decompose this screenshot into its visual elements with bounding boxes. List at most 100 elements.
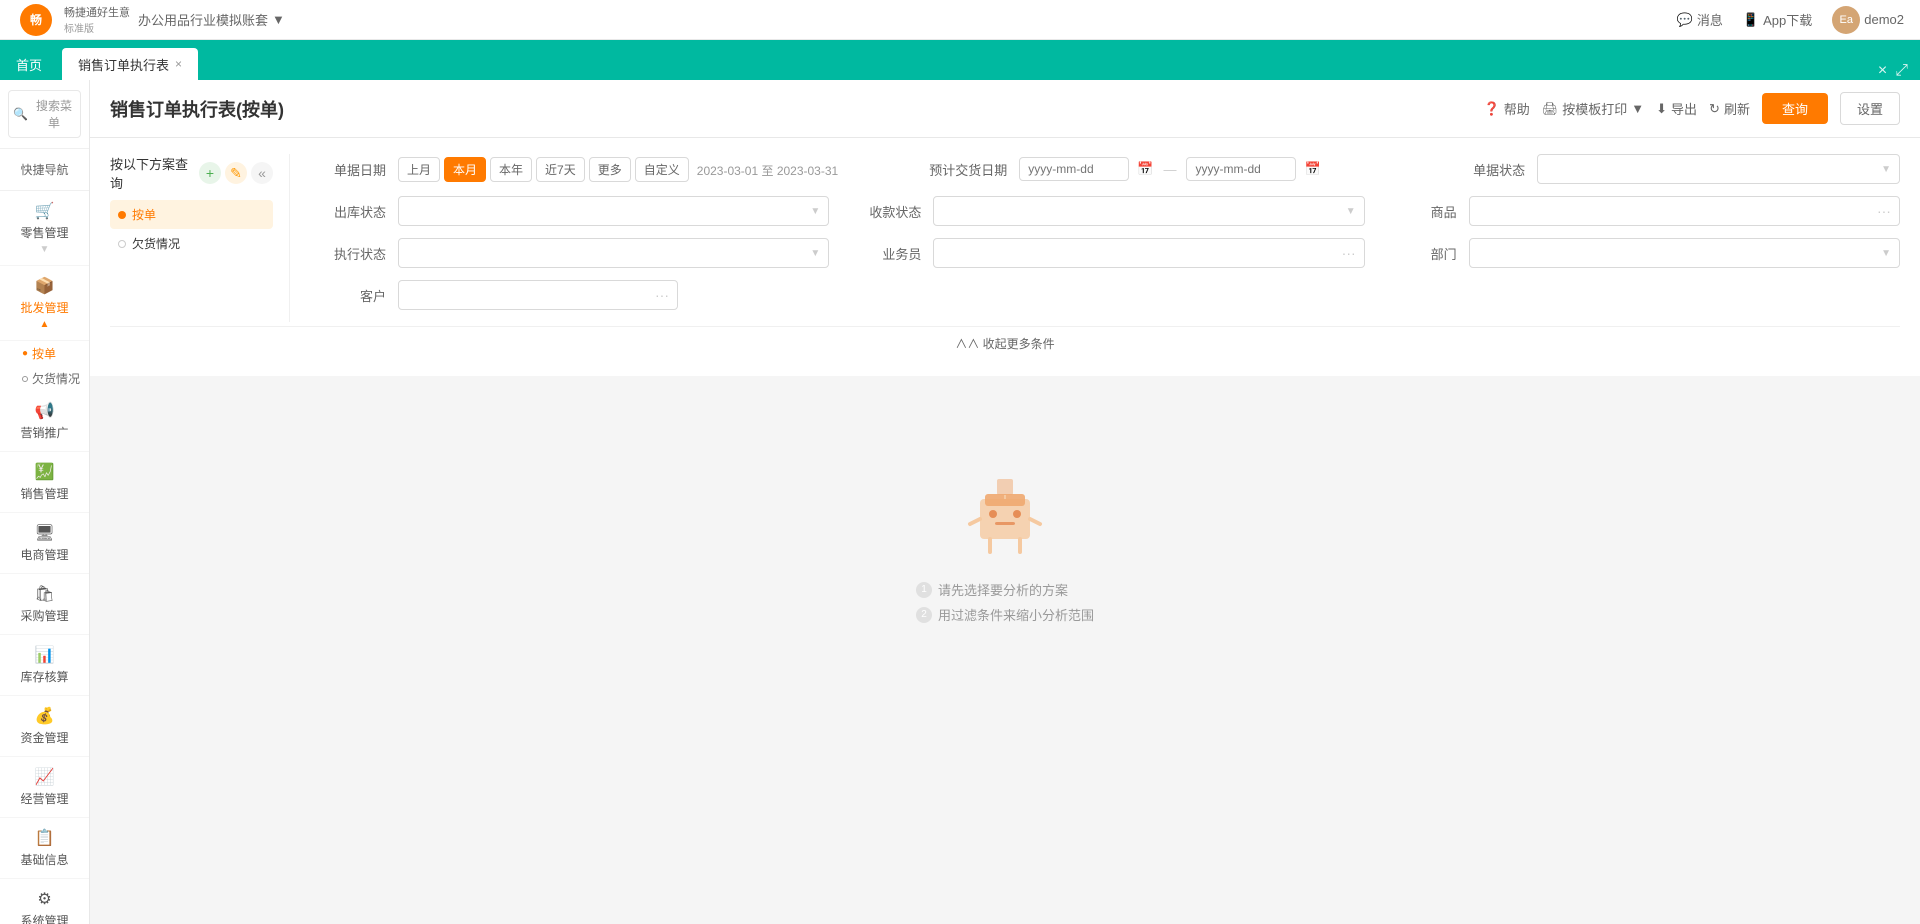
tip-text-1: 请先选择要分析的方案 xyxy=(938,580,1068,599)
customer-select[interactable]: ··· xyxy=(398,280,678,310)
date-control: 上月 本月 本年 近7天 更多 自定义 2023-03-01 至 2023-03… xyxy=(398,157,915,182)
tab-active[interactable]: 销售订单执行表 × xyxy=(62,48,198,80)
scheme-collapse-button[interactable]: « xyxy=(251,162,273,184)
content: 销售订单执行表(按单) ❓ 帮助 🖨 按模板打印 ▼ ⬇ 导出 ↻ 刷新 xyxy=(90,80,1920,924)
sidebar-item-operation[interactable]: 📈 经营管理 xyxy=(0,757,89,818)
order-dot: ● xyxy=(22,348,28,359)
status-select[interactable]: ▼ xyxy=(1537,154,1900,184)
marketing-icon: 📢 xyxy=(35,401,55,421)
expected-date-to[interactable] xyxy=(1186,157,1296,181)
operation-icon: 📈 xyxy=(35,767,55,787)
help-button[interactable]: ❓ 帮助 xyxy=(1484,99,1530,118)
sidebar-item-system[interactable]: ⚙ 系统管理 xyxy=(0,879,89,924)
sidebar-item-purchase[interactable]: 🛍 采购管理 xyxy=(0,574,89,635)
wholesale-arrow-icon: ▲ xyxy=(40,319,50,330)
sidebar-item-basic[interactable]: 📋 基础信息 xyxy=(0,818,89,879)
date-calendar-to-icon: 📅 xyxy=(1304,161,1320,177)
sidebar-item-retail[interactable]: 🛒 零售管理 ▼ xyxy=(0,191,89,266)
sidebar-item-sales-label: 销售管理 xyxy=(20,485,68,502)
tab-close-icon[interactable]: × xyxy=(175,57,182,71)
search-menu-button[interactable]: 🔍 搜索菜单 xyxy=(8,90,81,138)
sidebar-item-inventory[interactable]: 📊 库存核算 xyxy=(0,635,89,696)
retail-icon: 🛒 xyxy=(35,201,55,221)
salesperson-dots-icon[interactable]: ··· xyxy=(1342,245,1356,261)
wholesale-icon: 📦 xyxy=(35,276,55,296)
message-icon: 💬 xyxy=(1677,12,1693,28)
customer-dots-icon[interactable]: ··· xyxy=(655,287,669,303)
nav-selector[interactable]: 办公用品行业模拟账套 ▼ xyxy=(138,10,285,29)
goods-dots-icon[interactable]: ··· xyxy=(1877,203,1891,219)
print-label: 按模板打印 xyxy=(1562,99,1627,118)
date-custom[interactable]: 自定义 xyxy=(635,157,689,182)
window-expand-icon[interactable]: ⤢ xyxy=(1895,62,1908,80)
sidebar-item-sales[interactable]: 💹 销售管理 xyxy=(0,452,89,513)
date-this-month[interactable]: 本月 xyxy=(444,157,486,182)
window-close-icon[interactable]: × xyxy=(1878,62,1887,80)
quick-nav-button[interactable]: 快捷导航 xyxy=(12,157,76,182)
scheme-credit-label: 欠货情况 xyxy=(132,235,180,252)
filter-row-1: 单据日期 上月 本月 本年 近7天 更多 自定义 2023- xyxy=(306,154,1900,184)
sidebar-search: 🔍 搜索菜单 xyxy=(0,80,89,149)
avatar: Ea xyxy=(1832,6,1860,34)
empty-illustration xyxy=(955,464,1055,564)
payment-status-select[interactable]: ▼ xyxy=(933,196,1364,226)
goods-select[interactable]: ··· xyxy=(1469,196,1900,226)
tab-bar: 首页 销售订单执行表 × × ⤢ xyxy=(0,40,1920,80)
message-button[interactable]: 💬 消息 xyxy=(1677,10,1723,29)
refresh-button[interactable]: ↻ 刷新 xyxy=(1709,99,1750,118)
export-button[interactable]: ⬇ 导出 xyxy=(1656,99,1697,118)
tab-active-label: 销售订单执行表 xyxy=(78,55,169,74)
logo-text: 畅捷通好生意 标准版 xyxy=(64,4,130,35)
expected-date-from[interactable] xyxy=(1019,157,1129,181)
print-button[interactable]: 🖨 按模板打印 ▼ xyxy=(1542,99,1644,118)
date-last-month[interactable]: 上月 xyxy=(398,157,440,182)
sub-credit[interactable]: 欠货情况 xyxy=(0,366,89,391)
page-title: 销售订单执行表(按单) xyxy=(110,96,284,122)
date-more[interactable]: 更多 xyxy=(589,157,631,182)
inventory-icon: 📊 xyxy=(35,645,55,665)
exec-status-select[interactable]: ▼ xyxy=(398,238,829,268)
sidebar-item-ecommerce[interactable]: 🖥 电商管理 xyxy=(0,513,89,574)
scheme-order[interactable]: 按单 xyxy=(110,200,273,229)
status-arrow-icon: ▼ xyxy=(1881,164,1891,175)
sub-order-label: 按单 xyxy=(32,345,56,362)
query-button[interactable]: 查询 xyxy=(1762,93,1828,124)
settings-button[interactable]: 设置 xyxy=(1840,92,1900,125)
app-download-button[interactable]: 📱 App下载 xyxy=(1743,10,1812,29)
tip-num-2: 2 xyxy=(916,607,932,623)
scheme-credit[interactable]: 欠货情况 xyxy=(110,229,273,258)
sidebar-item-marketing-label: 营销推广 xyxy=(20,424,68,441)
tab-home-label: 首页 xyxy=(16,55,42,74)
purchase-icon: 🛍 xyxy=(34,584,54,604)
user-profile[interactable]: Ea demo2 xyxy=(1832,6,1904,34)
sidebar-item-finance[interactable]: 💰 资金管理 xyxy=(0,696,89,757)
logo-box: 畅 xyxy=(16,0,56,40)
date-7days[interactable]: 近7天 xyxy=(536,157,585,182)
tip-text-2: 用过滤条件来缩小分析范围 xyxy=(938,605,1094,624)
payment-status-arrow-icon: ▼ xyxy=(1346,206,1356,217)
date-this-year[interactable]: 本年 xyxy=(490,157,532,182)
sub-order[interactable]: ● 按单 xyxy=(0,341,89,366)
scheme-credit-dot xyxy=(118,240,126,248)
dept-select[interactable]: ▼ xyxy=(1469,238,1900,268)
scheme-add-button[interactable]: + xyxy=(199,162,221,184)
salesperson-select[interactable]: ··· xyxy=(933,238,1364,268)
user-name: demo2 xyxy=(1864,12,1904,27)
page-header: 销售订单执行表(按单) ❓ 帮助 🖨 按模板打印 ▼ ⬇ 导出 ↻ 刷新 xyxy=(90,80,1920,138)
credit-dot xyxy=(22,376,28,382)
ship-status-arrow-icon: ▼ xyxy=(810,206,820,217)
scheme-edit-button[interactable]: ✎ xyxy=(225,162,247,184)
date-buttons: 上月 本月 本年 近7天 更多 自定义 xyxy=(398,157,689,182)
collapse-bar[interactable]: ∧∧ 收起更多条件 xyxy=(110,326,1900,360)
header-right: 💬 消息 📱 App下载 Ea demo2 xyxy=(1677,6,1904,34)
sidebar-item-marketing[interactable]: 📢 营销推广 xyxy=(0,391,89,452)
empty-tip-2: 2 用过滤条件来缩小分析范围 xyxy=(916,605,1094,624)
tab-home[interactable]: 首页 xyxy=(0,48,58,80)
search-icon: 🔍 xyxy=(13,107,28,121)
empty-tips: 1 请先选择要分析的方案 2 用过滤条件来缩小分析范围 xyxy=(916,580,1094,624)
nav-label: 办公用品行业模拟账套 xyxy=(138,10,268,29)
print-icon: 🖨 xyxy=(1542,101,1559,117)
empty-state: 1 请先选择要分析的方案 2 用过滤条件来缩小分析范围 xyxy=(90,384,1920,704)
ship-status-select[interactable]: ▼ xyxy=(398,196,829,226)
sidebar-item-wholesale[interactable]: 📦 批发管理 ▲ xyxy=(0,266,89,341)
